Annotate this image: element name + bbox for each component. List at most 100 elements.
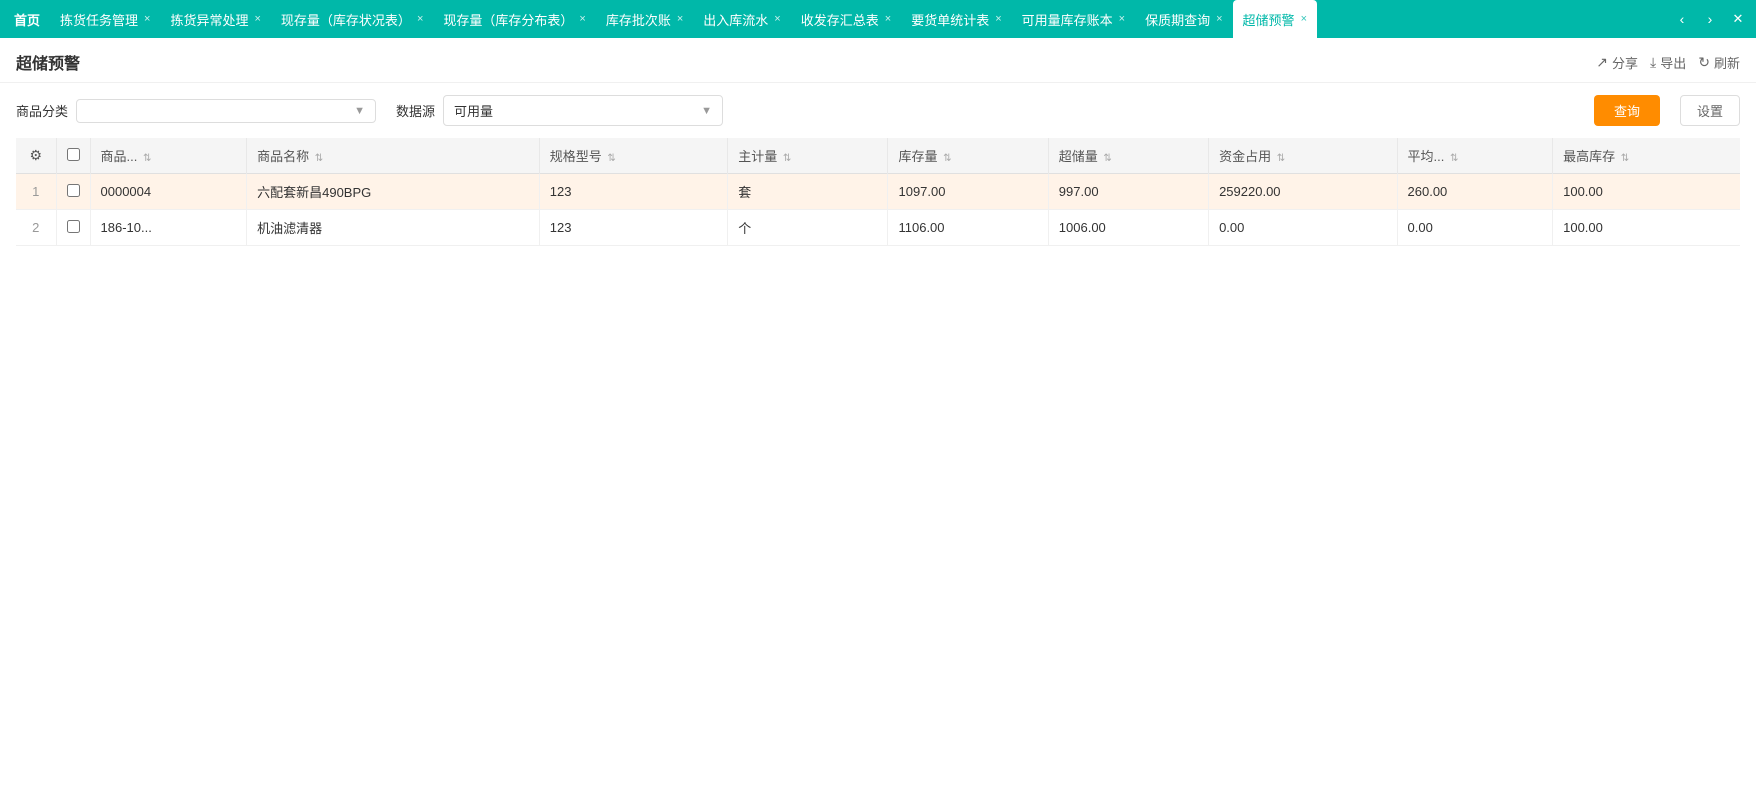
nav-arrow-right[interactable]: ›: [1696, 0, 1724, 38]
col-name[interactable]: 商品名称 ⇅: [247, 138, 540, 174]
query-button[interactable]: 查询: [1594, 95, 1660, 126]
nav-label-abnormal: 拣货异常处理: [170, 10, 248, 29]
col-capital-sort: ⇅: [1277, 153, 1285, 164]
row-avg: 0.00: [1397, 210, 1553, 246]
col-capital-label: 资金占用: [1219, 149, 1271, 164]
share-icon: ↗: [1596, 54, 1608, 71]
nav-item-order-stat[interactable]: 要货单统计表 ×: [901, 0, 1011, 38]
row-avg: 260.00: [1397, 174, 1553, 210]
col-stock[interactable]: 库存量 ⇅: [888, 138, 1048, 174]
nav-close-batch[interactable]: ×: [677, 13, 683, 25]
nav-item-quality[interactable]: 保质期查询 ×: [1135, 0, 1232, 38]
nav-close-stock-dist[interactable]: ×: [579, 13, 585, 25]
refresh-button[interactable]: ↻ 刷新: [1698, 53, 1740, 72]
category-dropdown-icon: ▼: [354, 105, 365, 117]
category-select[interactable]: ▼: [76, 99, 376, 123]
nav-item-abnormal[interactable]: 拣货异常处理 ×: [160, 0, 270, 38]
col-gear: ⚙: [16, 138, 56, 174]
datasource-value: 可用量: [454, 101, 493, 120]
nav-item-overstock[interactable]: 超储预警 ×: [1233, 0, 1317, 38]
nav-close-stock-status[interactable]: ×: [417, 13, 423, 25]
nav-item-inout[interactable]: 出入库流水×: [693, 0, 790, 38]
table-row: 1 0000004 六配套新昌490BPG 123 套 1097.00 997.…: [16, 174, 1740, 210]
table-body: 1 0000004 六配套新昌490BPG 123 套 1097.00 997.…: [16, 174, 1740, 246]
nav-item-stock-dist[interactable]: 现存量（库存分布表）×: [433, 0, 595, 38]
settings-button[interactable]: 设置: [1680, 95, 1740, 126]
nav-label-quality: 保质期查询: [1145, 10, 1210, 29]
row-spec: 123: [539, 210, 727, 246]
data-table: ⚙ 商品... ⇅ 商品名称 ⇅ 规格型号 ⇅: [16, 138, 1740, 246]
refresh-icon: ↻: [1698, 54, 1710, 71]
export-button[interactable]: ⤓ 导出: [1650, 53, 1686, 72]
table-row: 2 186-10... 机油滤清器 123 个 1106.00 1006.00 …: [16, 210, 1740, 246]
nav-label-order-stat: 要货单统计表: [911, 10, 989, 29]
page-header: 超储预警 ↗ 分享 ⤓ 导出 ↻ 刷新: [0, 38, 1756, 83]
row-num: 1: [16, 174, 56, 210]
col-over[interactable]: 超储量 ⇅: [1048, 138, 1208, 174]
col-unit-sort: ⇅: [783, 153, 791, 164]
nav-label-overstock: 超储预警: [1243, 10, 1295, 29]
export-icon: ⤓: [1650, 54, 1656, 71]
col-spec-sort: ⇅: [607, 153, 615, 164]
table-container: ⚙ 商品... ⇅ 商品名称 ⇅ 规格型号 ⇅: [0, 138, 1756, 246]
col-capital[interactable]: 资金占用 ⇅: [1209, 138, 1397, 174]
row-name: 机油滤清器: [247, 210, 540, 246]
nav-bar: 首页拣货任务管理×拣货异常处理×现存量（库存状况表）×现存量（库存分布表）×库存…: [0, 0, 1756, 38]
nav-arrow-left[interactable]: ‹: [1668, 0, 1696, 38]
col-maxstock-label: 最高库存: [1563, 149, 1615, 164]
datasource-label: 数据源: [396, 101, 435, 120]
col-check: [56, 138, 90, 174]
row-maxstock: 100.00: [1553, 210, 1740, 246]
col-unit[interactable]: 主计量 ⇅: [728, 138, 888, 174]
col-maxstock[interactable]: 最高库存 ⇅: [1553, 138, 1740, 174]
row-unit: 套: [728, 174, 888, 210]
col-code[interactable]: 商品... ⇅: [90, 138, 247, 174]
category-filter: 商品分类 ▼: [16, 99, 376, 123]
row-checkbox[interactable]: [67, 220, 80, 233]
nav-item-batch[interactable]: 库存批次账×: [596, 0, 693, 38]
datasource-select[interactable]: 可用量 ▼: [443, 95, 723, 126]
row-spec: 123: [539, 174, 727, 210]
nav-close-quality[interactable]: ×: [1216, 13, 1222, 25]
nav-item-avail-stock[interactable]: 可用量库存账本×: [1012, 0, 1135, 38]
nav-item-stock-status[interactable]: 现存量（库存状况表）×: [271, 0, 433, 38]
datasource-filter: 数据源 可用量 ▼: [396, 95, 723, 126]
col-avg[interactable]: 平均... ⇅: [1397, 138, 1553, 174]
col-code-sort: ⇅: [143, 153, 151, 164]
nav-label-home: 首页: [14, 10, 40, 29]
row-capital: 259220.00: [1209, 174, 1397, 210]
share-button[interactable]: ↗ 分享: [1596, 53, 1638, 72]
nav-close-task-mgmt[interactable]: ×: [144, 13, 150, 25]
nav-label-collect: 收发存汇总表: [801, 10, 879, 29]
page-title: 超储预警: [16, 50, 80, 74]
table-header: ⚙ 商品... ⇅ 商品名称 ⇅ 规格型号 ⇅: [16, 138, 1740, 174]
col-code-label: 商品...: [101, 149, 138, 164]
nav-close-abnormal[interactable]: ×: [254, 13, 260, 25]
row-checkbox-cell: [56, 174, 90, 210]
row-over: 1006.00: [1048, 210, 1208, 246]
row-capital: 0.00: [1209, 210, 1397, 246]
nav-close-order-stat[interactable]: ×: [995, 13, 1001, 25]
row-num: 2: [16, 210, 56, 246]
nav-item-home[interactable]: 首页: [4, 0, 50, 38]
col-name-sort: ⇅: [315, 153, 323, 164]
nav-arrow-close[interactable]: ✕: [1724, 0, 1752, 38]
nav-close-collect[interactable]: ×: [885, 13, 891, 25]
row-code: 186-10...: [90, 210, 247, 246]
nav-close-overstock[interactable]: ×: [1301, 13, 1307, 25]
row-checkbox[interactable]: [67, 184, 80, 197]
col-name-label: 商品名称: [257, 149, 309, 164]
col-maxstock-sort: ⇅: [1621, 153, 1629, 164]
nav-item-collect[interactable]: 收发存汇总表 ×: [791, 0, 901, 38]
col-spec[interactable]: 规格型号 ⇅: [539, 138, 727, 174]
nav-label-task-mgmt: 拣货任务管理: [60, 10, 138, 29]
row-over: 997.00: [1048, 174, 1208, 210]
nav-close-inout[interactable]: ×: [774, 13, 780, 25]
page-container: 超储预警 ↗ 分享 ⤓ 导出 ↻ 刷新 商品分类 ▼ 数据源: [0, 38, 1756, 800]
col-avg-label: 平均...: [1408, 149, 1445, 164]
filter-row: 商品分类 ▼ 数据源 可用量 ▼ 查询 设置: [0, 83, 1756, 138]
gear-icon[interactable]: ⚙: [29, 147, 42, 163]
nav-item-task-mgmt[interactable]: 拣货任务管理 ×: [50, 0, 160, 38]
select-all-checkbox[interactable]: [67, 148, 80, 161]
nav-close-avail-stock[interactable]: ×: [1119, 13, 1125, 25]
